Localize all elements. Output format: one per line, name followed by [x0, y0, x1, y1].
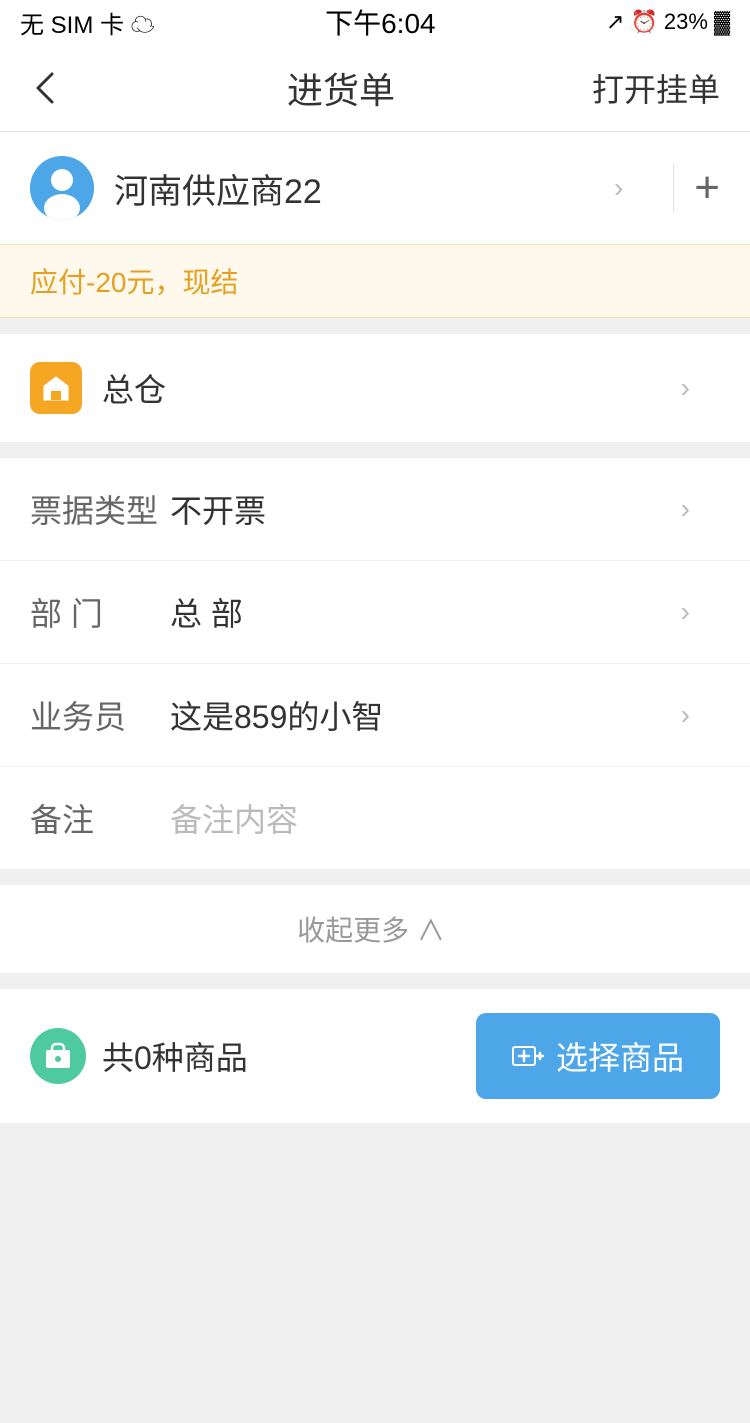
- supplier-section: 河南供应商22 › + 应付-20元，现结: [0, 132, 750, 318]
- supplier-avatar: [30, 156, 94, 220]
- product-count-text: 共0种商品: [102, 1033, 248, 1079]
- status-bar: 无 SIM 卡 ☁ 下午6:04 ↗ ⏰ 23% ▓: [0, 0, 750, 44]
- department-row[interactable]: 部 门 总 部 ›: [0, 561, 750, 664]
- warning-banner: 应付-20元，现结: [0, 244, 750, 318]
- form-section: 票据类型 不开票 › 部 门 总 部 › 业务员 这是859的小智 › 备注 备…: [0, 458, 750, 869]
- product-count-wrap: 共0种商品: [30, 1028, 248, 1084]
- remark-input[interactable]: 备注内容: [170, 795, 720, 841]
- back-button[interactable]: [30, 66, 90, 110]
- vertical-divider: [673, 164, 674, 212]
- supplier-row[interactable]: 河南供应商22 › +: [0, 132, 750, 244]
- location-icon: ↗: [606, 9, 624, 35]
- salesperson-label: 业务员: [30, 692, 170, 738]
- invoice-type-label: 票据类型: [30, 486, 170, 532]
- status-left: 无 SIM 卡 ☁: [20, 5, 155, 40]
- product-section: 共0种商品 选择商品: [0, 989, 750, 1123]
- sim-status: 无 SIM 卡 ☁: [20, 5, 155, 40]
- department-label: 部 门: [30, 589, 170, 635]
- page-title: 进货单: [287, 62, 395, 114]
- battery-icon: ▓: [714, 9, 730, 35]
- department-chevron-icon: ›: [681, 596, 690, 628]
- remark-label: 备注: [30, 795, 170, 841]
- supplier-chevron-icon: ›: [614, 172, 623, 204]
- select-product-label: 选择商品: [556, 1033, 684, 1079]
- invoice-type-value: 不开票: [170, 486, 681, 532]
- open-pending-button[interactable]: 打开挂单: [592, 65, 720, 111]
- invoice-type-row[interactable]: 票据类型 不开票 ›: [0, 458, 750, 561]
- salesperson-value: 这是859的小智: [170, 692, 681, 738]
- salesperson-row[interactable]: 业务员 这是859的小智 ›: [0, 664, 750, 767]
- nav-bar: 进货单 打开挂单: [0, 44, 750, 132]
- select-product-button[interactable]: 选择商品: [476, 1013, 720, 1099]
- warehouse-icon: [30, 362, 82, 414]
- collapse-label: 收起更多 ∧: [297, 909, 445, 949]
- remark-row[interactable]: 备注 备注内容: [0, 767, 750, 869]
- product-icon-wrap: [30, 1028, 86, 1084]
- warehouse-value-wrap: 总仓: [102, 365, 681, 411]
- supplier-name: 河南供应商22: [114, 164, 614, 213]
- status-right: ↗ ⏰ 23% ▓: [606, 9, 730, 35]
- warehouse-section: 总仓 ›: [0, 334, 750, 442]
- warehouse-row[interactable]: 总仓 ›: [0, 334, 750, 442]
- invoice-type-chevron-icon: ›: [681, 493, 690, 525]
- gray-fill: [0, 1123, 750, 1423]
- alarm-icon: ⏰: [630, 9, 657, 35]
- main-content: 河南供应商22 › + 应付-20元，现结 总仓 › 票据类型 不开票: [0, 132, 750, 1423]
- warehouse-name: 总仓: [102, 365, 681, 411]
- battery-level: 23%: [664, 9, 708, 35]
- department-value: 总 部: [170, 589, 681, 635]
- add-supplier-button[interactable]: +: [694, 163, 720, 213]
- collapse-row[interactable]: 收起更多 ∧: [0, 885, 750, 973]
- status-time: 下午6:04: [325, 2, 436, 42]
- salesperson-chevron-icon: ›: [681, 699, 690, 731]
- warehouse-chevron-icon: ›: [681, 372, 690, 404]
